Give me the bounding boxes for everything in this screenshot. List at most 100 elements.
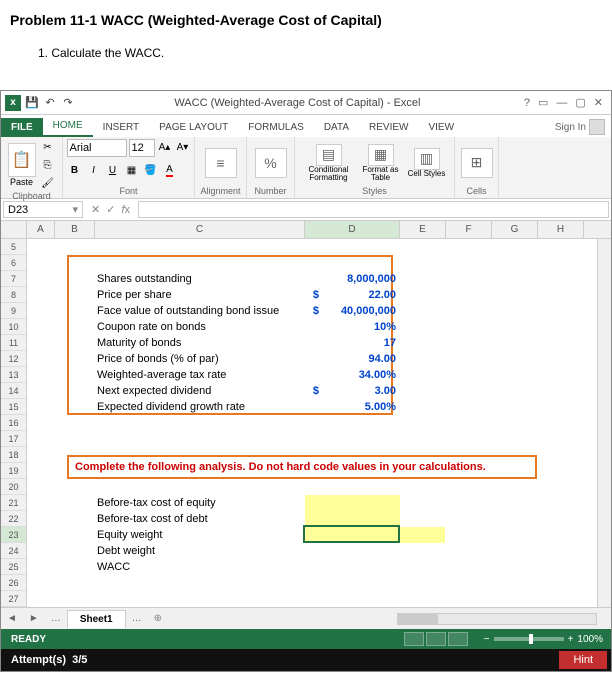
increase-font-icon[interactable]: A▴ — [157, 139, 173, 155]
col-header[interactable]: C — [95, 221, 305, 238]
zoom-in-icon[interactable]: + — [568, 634, 574, 645]
alignment-icon[interactable]: ≡ — [205, 148, 237, 178]
row-header[interactable]: 8 — [1, 287, 26, 303]
formula-bar: D23▾ ✕ ✓ fx — [1, 199, 611, 221]
col-header[interactable]: E — [400, 221, 446, 238]
number-format-icon[interactable]: % — [255, 148, 287, 178]
sheet-tab[interactable]: Sheet1 — [67, 610, 126, 628]
tab-file[interactable]: FILE — [1, 118, 43, 137]
col-header[interactable]: D — [305, 221, 400, 238]
tab-view[interactable]: VIEW — [418, 118, 464, 137]
row-header[interactable]: 5 — [1, 239, 26, 255]
row-header[interactable]: 11 — [1, 335, 26, 351]
zoom-level[interactable]: 100% — [577, 634, 603, 645]
cut-icon[interactable]: ✂ — [40, 139, 56, 155]
font-name-select[interactable]: Arial — [67, 139, 127, 157]
fx-icon[interactable]: fx — [121, 204, 130, 216]
font-size-select[interactable]: 12 — [129, 139, 155, 157]
font-color-icon[interactable]: A — [162, 162, 178, 178]
zoom-slider[interactable] — [494, 637, 564, 641]
tab-data[interactable]: DATA — [314, 118, 359, 137]
help-icon[interactable]: ? — [524, 97, 530, 109]
row-header[interactable]: 17 — [1, 431, 26, 447]
decrease-font-icon[interactable]: A▾ — [175, 139, 191, 155]
row-header[interactable]: 20 — [1, 479, 26, 495]
active-cell[interactable] — [303, 525, 400, 543]
col-header[interactable]: A — [27, 221, 55, 238]
paste-label: Paste — [10, 177, 33, 187]
row-header[interactable]: 7 — [1, 271, 26, 287]
row-header[interactable]: 13 — [1, 367, 26, 383]
row-header[interactable]: 19 — [1, 463, 26, 479]
row-header[interactable]: 9 — [1, 303, 26, 319]
row-header[interactable]: 22 — [1, 511, 26, 527]
row-header[interactable]: 6 — [1, 255, 26, 271]
bold-button[interactable]: B — [67, 162, 83, 178]
format-painter-icon[interactable]: 🖌 — [40, 175, 56, 191]
tab-formulas[interactable]: FORMULAS — [238, 118, 314, 137]
row-header[interactable]: 26 — [1, 575, 26, 591]
vertical-scrollbar[interactable] — [597, 239, 611, 607]
hint-button[interactable]: Hint — [559, 651, 607, 669]
view-normal-icon[interactable] — [404, 632, 424, 646]
formula-input[interactable] — [138, 201, 609, 218]
paste-button[interactable]: 📋 — [8, 143, 36, 177]
ribbon-opts-icon[interactable]: ▭ — [538, 96, 548, 109]
view-page-break-icon[interactable] — [448, 632, 468, 646]
tab-insert[interactable]: INSERT — [93, 118, 150, 137]
sheet-tabs: ◄ ► … Sheet1 … ⊕ — [1, 607, 611, 629]
minimize-icon[interactable]: — — [556, 97, 567, 109]
copy-icon[interactable]: ⎘ — [40, 157, 56, 173]
close-icon[interactable]: ✕ — [594, 96, 603, 109]
alignment-group-label: Alignment — [200, 186, 240, 196]
cell-styles-icon[interactable]: ▥ — [414, 148, 440, 170]
conditional-formatting-icon[interactable]: ▤ — [316, 144, 342, 166]
zoom-out-icon[interactable]: − — [484, 634, 490, 645]
tab-nav-next-icon[interactable]: ► — [23, 613, 45, 624]
row-header[interactable]: 25 — [1, 559, 26, 575]
cells-icon[interactable]: ⊞ — [461, 148, 493, 178]
cancel-formula-icon[interactable]: ✕ — [91, 203, 100, 216]
undo-icon[interactable]: ↶ — [43, 96, 57, 110]
col-header[interactable]: B — [55, 221, 95, 238]
format-as-table-icon[interactable]: ▦ — [368, 144, 394, 166]
row-header[interactable]: 23 — [1, 527, 26, 543]
row-header[interactable]: 24 — [1, 543, 26, 559]
border-icon[interactable]: ▦ — [124, 162, 140, 178]
maximize-icon[interactable]: ▢ — [575, 96, 585, 109]
tab-more-icon[interactable]: … — [126, 613, 148, 624]
row-header[interactable]: 27 — [1, 591, 26, 607]
enter-formula-icon[interactable]: ✓ — [106, 203, 115, 216]
input-currency: $ — [305, 385, 325, 397]
col-header[interactable]: F — [446, 221, 492, 238]
underline-button[interactable]: U — [105, 162, 121, 178]
tab-page-layout[interactable]: PAGE LAYOUT — [149, 118, 238, 137]
homework-bar: Attempt(s) 3/5 Hint — [1, 649, 611, 671]
tab-nav-prev-icon[interactable]: ◄ — [1, 613, 23, 624]
status-bar: READY − + 100% — [1, 629, 611, 649]
row-header[interactable]: 18 — [1, 447, 26, 463]
row-header[interactable]: 14 — [1, 383, 26, 399]
row-header[interactable]: 12 — [1, 351, 26, 367]
italic-button[interactable]: I — [86, 162, 102, 178]
tab-home[interactable]: HOME — [43, 116, 93, 137]
row-header[interactable]: 21 — [1, 495, 26, 511]
col-header[interactable]: G — [492, 221, 538, 238]
sign-in[interactable]: Sign In — [549, 117, 611, 137]
row-header[interactable]: 10 — [1, 319, 26, 335]
row-header[interactable]: 16 — [1, 415, 26, 431]
row-header[interactable]: 15 — [1, 399, 26, 415]
tab-nav-more-icon[interactable]: … — [45, 613, 67, 624]
save-icon[interactable]: 💾 — [25, 96, 39, 110]
col-header[interactable]: H — [538, 221, 584, 238]
add-sheet-icon[interactable]: ⊕ — [148, 613, 168, 624]
styles-group-label: Styles — [362, 186, 387, 196]
name-box[interactable]: D23▾ — [3, 201, 83, 218]
horizontal-scrollbar[interactable] — [397, 613, 597, 625]
fill-color-icon[interactable]: 🪣 — [143, 162, 159, 178]
view-page-layout-icon[interactable] — [426, 632, 446, 646]
redo-icon[interactable]: ↷ — [61, 96, 75, 110]
cells-area[interactable]: Shares outstanding8,000,000Price per sha… — [27, 239, 611, 607]
input-value: 40,000,000 — [325, 305, 400, 317]
tab-review[interactable]: REVIEW — [359, 118, 418, 137]
